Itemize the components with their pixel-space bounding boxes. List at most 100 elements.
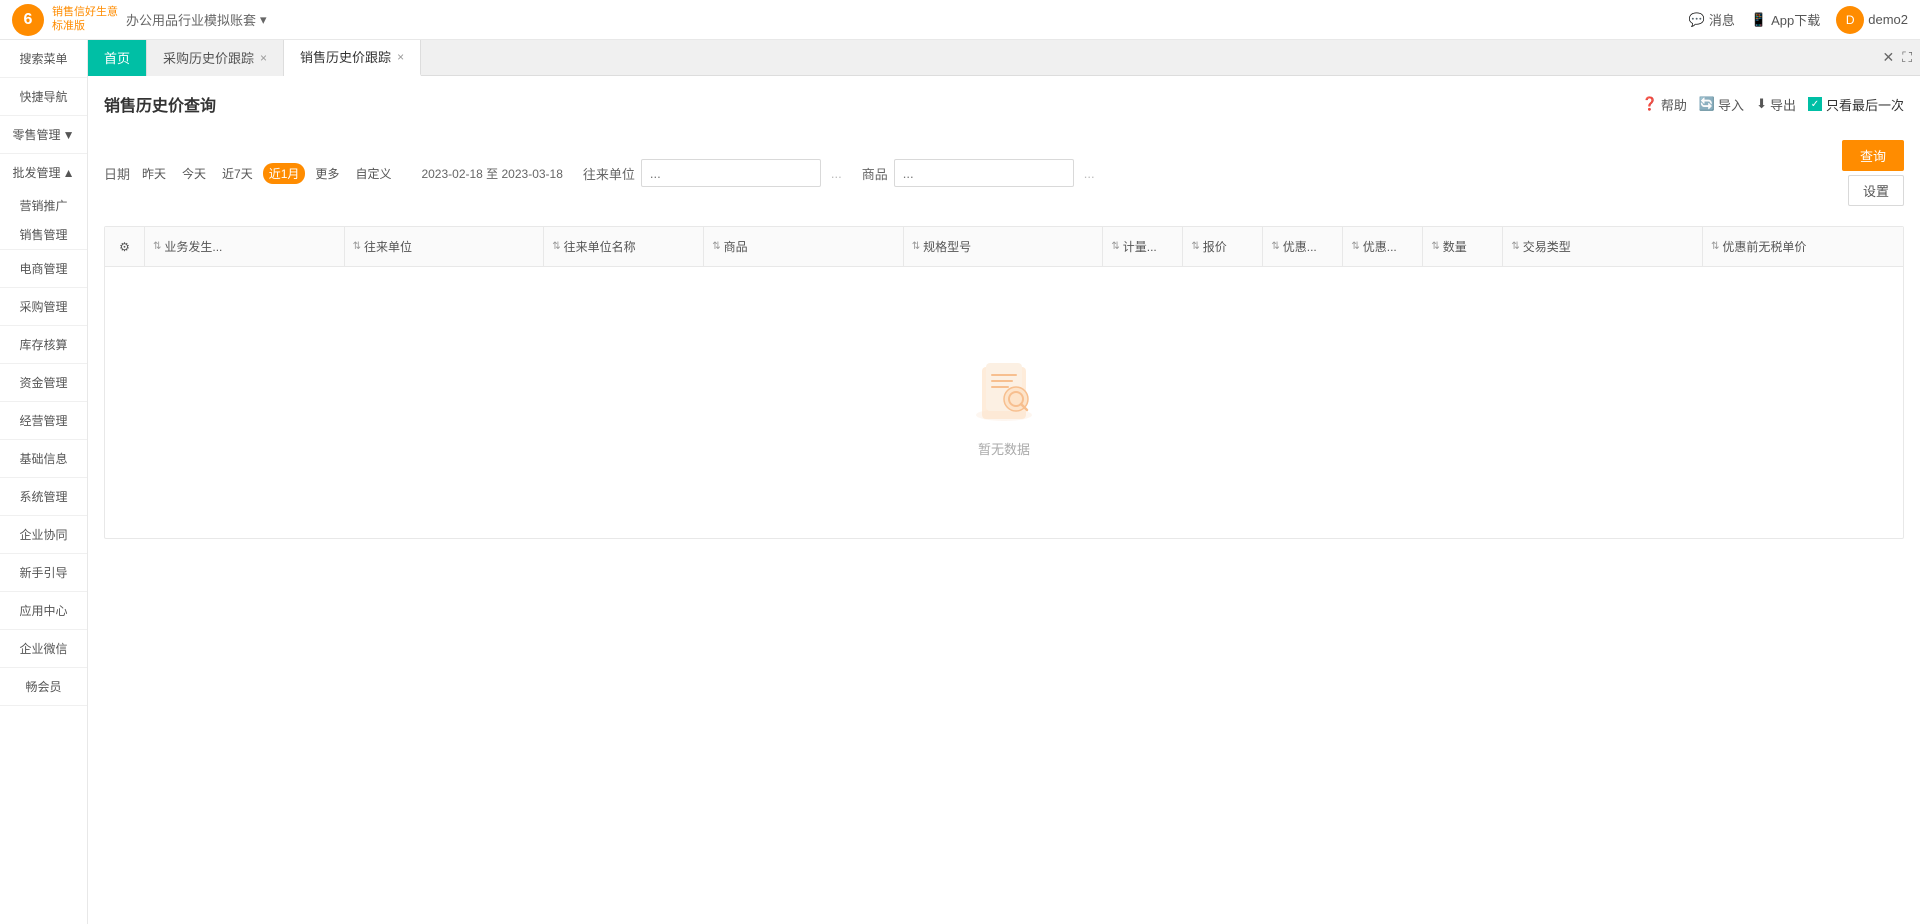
th-partner-name[interactable]: ⇅ 往来单位名称: [544, 227, 704, 266]
date-option-today[interactable]: 今天: [176, 163, 212, 184]
date-option-custom[interactable]: 自定义: [349, 163, 397, 184]
th-unit[interactable]: ⇅ 计量...: [1103, 227, 1183, 266]
empty-text: 暂无数据: [978, 439, 1030, 458]
settings-button[interactable]: 设置: [1848, 175, 1904, 206]
logo-text: 销售信好生意 标准版: [52, 6, 118, 32]
sidebar-item-operations-mgmt[interactable]: 经营管理: [0, 402, 87, 440]
sidebar-item-search-menu[interactable]: 搜索菜单: [0, 40, 87, 78]
product-input[interactable]: [894, 159, 1074, 187]
th-product[interactable]: ⇅ 商品: [704, 227, 904, 266]
chevron-down-icon: ▼: [63, 128, 75, 142]
page-header: 销售历史价查询 ❓ 帮助 🔄 导入 ⬇ 导出: [104, 92, 1904, 116]
chevron-down-icon: ▾: [260, 12, 267, 28]
date-filter-group: 日期 昨天 今天 近7天 近1月 更多 自定义: [104, 163, 397, 184]
only-last-checkbox[interactable]: ✓: [1808, 97, 1822, 111]
th-price[interactable]: ⇅ 报价: [1183, 227, 1263, 266]
app-download-icon: 📱: [1751, 12, 1767, 28]
partner-filter-label: 往来单位: [583, 164, 635, 183]
query-button[interactable]: 查询: [1842, 140, 1904, 171]
tab-sales-history[interactable]: 销售历史价跟踪 ×: [284, 40, 421, 76]
topbar-right: 💬 消息 📱 App下载 D demo2: [1689, 6, 1908, 34]
tab-close-sales-history[interactable]: ×: [397, 50, 404, 64]
sidebar: 搜索菜单 快捷导航 零售管理 ▼ 批发管理 ▲ 营销推广 销售管理 电商管理 采…: [0, 40, 88, 924]
topbar-left: 6 销售信好生意 标准版 办公用品行业模拟账套 ▾: [12, 4, 267, 36]
only-last-checkbox-label: ✓ 只看最后一次: [1808, 95, 1904, 114]
empty-state: 暂无数据: [105, 267, 1903, 538]
date-option-last7days[interactable]: 近7天: [216, 163, 259, 184]
sort-icon: ⇅: [1711, 241, 1719, 252]
help-icon: ❓: [1642, 96, 1658, 112]
th-partner-code[interactable]: ⇅ 往来单位: [345, 227, 545, 266]
product-filter-group: 商品 ...: [862, 159, 1095, 187]
sort-icon: ⇅: [1271, 241, 1279, 252]
sidebar-item-finance-mgmt[interactable]: 资金管理: [0, 364, 87, 402]
sort-icon: ⇅: [1191, 241, 1199, 252]
sort-icon: ⇅: [552, 241, 560, 252]
date-options: 昨天 今天 近7天 近1月 更多 自定义: [136, 163, 397, 184]
th-gear[interactable]: ⚙: [105, 227, 145, 266]
close-all-tabs-button[interactable]: ✕: [1882, 49, 1894, 66]
app-selector[interactable]: 办公用品行业模拟账套 ▾: [126, 10, 267, 29]
data-table: ⚙ ⇅ 业务发生... ⇅ 往来单位 ⇅ 往来单位名称: [104, 226, 1904, 539]
help-button[interactable]: ❓ 帮助: [1642, 95, 1687, 114]
th-discount2[interactable]: ⇅ 优惠...: [1343, 227, 1423, 266]
tab-purchase-history[interactable]: 采购历史价跟踪 ×: [147, 40, 284, 76]
sort-icon: ⇅: [1111, 241, 1119, 252]
sidebar-item-inventory-calc[interactable]: 库存核算: [0, 326, 87, 364]
partner-input-dots[interactable]: ...: [831, 166, 842, 181]
empty-icon: [964, 347, 1044, 427]
page-actions: ❓ 帮助 🔄 导入 ⬇ 导出 ✓ 只看最后: [1642, 95, 1904, 114]
partner-filter-group: 往来单位 ...: [583, 159, 842, 187]
sidebar-item-retail-mgmt[interactable]: 零售管理 ▼: [0, 116, 87, 153]
th-spec[interactable]: ⇅ 规格型号: [904, 227, 1104, 266]
sidebar-item-enterprise-wechat[interactable]: 企业微信: [0, 630, 87, 668]
logo-icon: 6: [12, 4, 44, 36]
date-option-yesterday[interactable]: 昨天: [136, 163, 172, 184]
message-button[interactable]: 💬 消息: [1689, 10, 1735, 29]
avatar: D: [1836, 6, 1864, 34]
tab-bar-actions: ✕ ⛶: [1874, 49, 1920, 66]
app-download-button[interactable]: 📱 App下载: [1751, 10, 1820, 29]
main-layout: 搜索菜单 快捷导航 零售管理 ▼ 批发管理 ▲ 营销推广 销售管理 电商管理 采…: [0, 40, 1920, 924]
date-range-display: 2023-02-18 至 2023-03-18: [417, 165, 562, 182]
table-header: ⚙ ⇅ 业务发生... ⇅ 往来单位 ⇅ 往来单位名称: [105, 227, 1903, 267]
sort-icon: ⇅: [912, 241, 920, 252]
th-trade-type[interactable]: ⇅ 交易类型: [1503, 227, 1703, 266]
date-filter-label: 日期: [104, 164, 130, 183]
sidebar-item-app-center[interactable]: 应用中心: [0, 592, 87, 630]
date-option-more[interactable]: 更多: [309, 163, 345, 184]
export-icon: ⬇: [1756, 96, 1767, 112]
sidebar-item-ecommerce-mgmt[interactable]: 电商管理: [0, 250, 87, 288]
th-quantity[interactable]: ⇅ 数量: [1423, 227, 1503, 266]
date-option-last1month[interactable]: 近1月: [263, 163, 306, 184]
sidebar-item-system-mgmt[interactable]: 系统管理: [0, 478, 87, 516]
tab-close-purchase-history[interactable]: ×: [260, 51, 267, 65]
sidebar-item-wholesale-mgmt[interactable]: 批发管理 ▲: [0, 154, 87, 191]
sort-icon: ⇅: [153, 241, 161, 252]
product-input-dots[interactable]: ...: [1084, 166, 1095, 181]
sidebar-item-marketing[interactable]: 营销推广: [0, 191, 87, 220]
partner-input[interactable]: [641, 159, 821, 187]
import-button[interactable]: 🔄 导入: [1699, 95, 1744, 114]
export-button[interactable]: ⬇ 导出: [1756, 95, 1796, 114]
sidebar-item-new-guide[interactable]: 新手引导: [0, 554, 87, 592]
th-discount1[interactable]: ⇅ 优惠...: [1263, 227, 1343, 266]
th-business-date[interactable]: ⇅ 业务发生...: [145, 227, 345, 266]
topbar: 6 销售信好生意 标准版 办公用品行业模拟账套 ▾ 💬 消息 📱 App下载 D…: [0, 0, 1920, 40]
user-menu[interactable]: D demo2: [1836, 6, 1908, 34]
sort-icon: ⇅: [353, 241, 361, 252]
sidebar-item-basic-info[interactable]: 基础信息: [0, 440, 87, 478]
sidebar-item-enterprise-collab[interactable]: 企业协同: [0, 516, 87, 554]
sidebar-item-member[interactable]: 畅会员: [0, 668, 87, 706]
th-pre-tax-price[interactable]: ⇅ 优惠前无税单价: [1703, 227, 1903, 266]
sidebar-item-purchase-mgmt[interactable]: 采购管理: [0, 288, 87, 326]
sort-icon: ⇅: [1511, 241, 1519, 252]
maximize-button[interactable]: ⛶: [1902, 49, 1912, 66]
tab-home[interactable]: 首页: [88, 40, 147, 76]
sidebar-item-quick-nav[interactable]: 快捷导航: [0, 78, 87, 116]
message-icon: 💬: [1689, 12, 1705, 28]
sidebar-item-sales-mgmt[interactable]: 销售管理: [0, 220, 87, 249]
chevron-up-icon: ▲: [63, 166, 75, 180]
filter-buttons: 查询 设置: [1842, 140, 1904, 206]
product-filter-label: 商品: [862, 164, 888, 183]
